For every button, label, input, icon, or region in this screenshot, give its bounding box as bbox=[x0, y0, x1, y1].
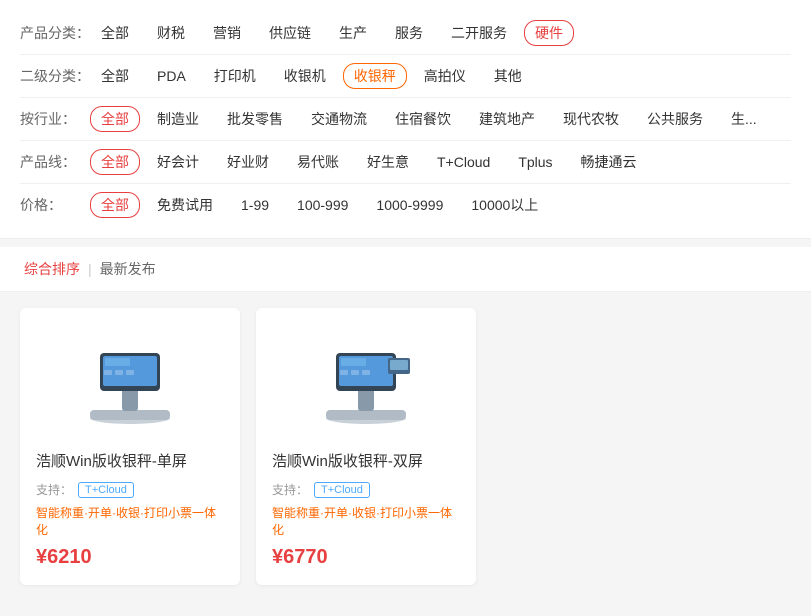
sort-bar: 综合排序 | 最新发布 bbox=[0, 247, 811, 292]
filter-item[interactable]: 好生意 bbox=[356, 149, 420, 175]
filter-item[interactable]: 住宿餐饮 bbox=[384, 106, 462, 132]
product-desc: 智能称重·开单·收银·打印小票一体化 bbox=[272, 504, 460, 538]
filter-section: 产品分类： 全部财税营销供应链生产服务二开服务硬件 二级分类： 全部PDA打印机… bbox=[0, 0, 811, 239]
filter-row-price: 价格： 全部免费试用 1-99 100-999 1000-9999 10000以上 bbox=[20, 184, 791, 226]
support-label: 支持： bbox=[36, 481, 72, 498]
product-image-area bbox=[272, 328, 460, 438]
product-image bbox=[70, 338, 190, 428]
filter-item[interactable]: 1-99 bbox=[230, 194, 280, 216]
filter-item[interactable]: Tplus bbox=[507, 151, 563, 173]
filter-item[interactable]: 其他 bbox=[483, 63, 533, 89]
filter-item[interactable]: 易代账 bbox=[286, 149, 350, 175]
filter-item[interactable]: 收银机 bbox=[273, 63, 337, 89]
filter-label-price: 价格： bbox=[20, 195, 90, 215]
product-card[interactable]: 浩顺Win版收银秤-双屏 支持： T+Cloud 智能称重·开单·收银·打印小票… bbox=[256, 308, 476, 585]
filter-item[interactable]: 全部 bbox=[90, 63, 140, 89]
filter-item[interactable]: 二开服务 bbox=[440, 20, 518, 46]
filter-item[interactable]: 全部 bbox=[90, 149, 140, 175]
support-badge: T+Cloud bbox=[314, 482, 370, 498]
filter-items-price: 全部免费试用 1-99 100-999 1000-9999 10000以上 bbox=[90, 192, 549, 218]
filter-item[interactable]: 1000-9999 bbox=[365, 194, 454, 216]
filter-item[interactable]: 100-999 bbox=[286, 194, 359, 216]
filter-items-product-category: 全部财税营销供应链生产服务二开服务硬件 bbox=[90, 20, 574, 46]
filter-row-product-line: 产品线： 全部好会计好业财易代账好生意 T+Cloud Tplus 畅捷通云 bbox=[20, 141, 791, 184]
filter-item[interactable]: 好会计 bbox=[146, 149, 210, 175]
filter-item[interactable]: 财税 bbox=[146, 20, 196, 46]
filter-label-product-category: 产品分类： bbox=[20, 23, 90, 43]
filter-item[interactable]: 高拍仪 bbox=[413, 63, 477, 89]
filter-item[interactable]: 好业财 bbox=[216, 149, 280, 175]
filter-items-industry: 全部制造业批发零售交通物流住宿餐饮建筑地产现代农牧公共服务生... bbox=[90, 106, 768, 132]
filter-item[interactable]: 全部 bbox=[90, 192, 140, 218]
filter-item[interactable]: 供应链 bbox=[258, 20, 322, 46]
filter-item[interactable]: 10000以上 bbox=[460, 192, 549, 218]
product-image bbox=[306, 338, 426, 428]
filter-item[interactable]: 免费试用 bbox=[146, 192, 224, 218]
filter-items-sub-category: 全部 PDA 打印机收银机收银秤高拍仪其他 bbox=[90, 63, 533, 89]
filter-item[interactable]: 全部 bbox=[90, 106, 140, 132]
filter-label-sub-category: 二级分类： bbox=[20, 66, 90, 86]
filter-row-sub-category: 二级分类： 全部 PDA 打印机收银机收银秤高拍仪其他 bbox=[20, 55, 791, 98]
filter-label-industry: 按行业： bbox=[20, 109, 90, 129]
filter-row-industry: 按行业： 全部制造业批发零售交通物流住宿餐饮建筑地产现代农牧公共服务生... bbox=[20, 98, 791, 141]
filter-item[interactable]: 打印机 bbox=[203, 63, 267, 89]
filter-row-product-category: 产品分类： 全部财税营销供应链生产服务二开服务硬件 bbox=[20, 12, 791, 55]
filter-item[interactable]: 现代农牧 bbox=[552, 106, 630, 132]
filter-items-product-line: 全部好会计好业财易代账好生意 T+Cloud Tplus 畅捷通云 bbox=[90, 149, 648, 175]
filter-item[interactable]: 服务 bbox=[384, 20, 434, 46]
support-label: 支持： bbox=[272, 481, 308, 498]
product-title: 浩顺Win版收银秤-双屏 bbox=[272, 450, 460, 471]
product-title: 浩顺Win版收银秤-单屏 bbox=[36, 450, 224, 471]
support-badge: T+Cloud bbox=[78, 482, 134, 498]
filter-item[interactable]: 硬件 bbox=[524, 20, 574, 46]
product-desc: 智能称重·开单·收银·打印小票一体化 bbox=[36, 504, 224, 538]
product-grid: 浩顺Win版收银秤-单屏 支持： T+Cloud 智能称重·开单·收银·打印小票… bbox=[0, 292, 811, 601]
filter-item[interactable]: T+Cloud bbox=[426, 151, 501, 173]
sort-divider: | bbox=[88, 261, 92, 277]
filter-item[interactable]: 收银秤 bbox=[343, 63, 407, 89]
support-row: 支持： T+Cloud bbox=[36, 481, 224, 498]
support-row: 支持： T+Cloud bbox=[272, 481, 460, 498]
filter-item[interactable]: 生... bbox=[720, 106, 768, 132]
filter-item[interactable]: 公共服务 bbox=[636, 106, 714, 132]
product-price: ¥6770 bbox=[272, 546, 460, 569]
product-image-area bbox=[36, 328, 224, 438]
filter-item[interactable]: 生产 bbox=[328, 20, 378, 46]
filter-item[interactable]: PDA bbox=[146, 65, 197, 87]
filter-item[interactable]: 营销 bbox=[202, 20, 252, 46]
filter-item[interactable]: 建筑地产 bbox=[468, 106, 546, 132]
sort-inactive[interactable]: 最新发布 bbox=[96, 257, 160, 281]
filter-item[interactable]: 批发零售 bbox=[216, 106, 294, 132]
filter-item[interactable]: 畅捷通云 bbox=[570, 149, 648, 175]
sort-active[interactable]: 综合排序 bbox=[20, 257, 84, 281]
filter-item[interactable]: 交通物流 bbox=[300, 106, 378, 132]
filter-item[interactable]: 全部 bbox=[90, 20, 140, 46]
filter-label-product-line: 产品线： bbox=[20, 152, 90, 172]
product-card[interactable]: 浩顺Win版收银秤-单屏 支持： T+Cloud 智能称重·开单·收银·打印小票… bbox=[20, 308, 240, 585]
product-price: ¥6210 bbox=[36, 546, 224, 569]
filter-item[interactable]: 制造业 bbox=[146, 106, 210, 132]
